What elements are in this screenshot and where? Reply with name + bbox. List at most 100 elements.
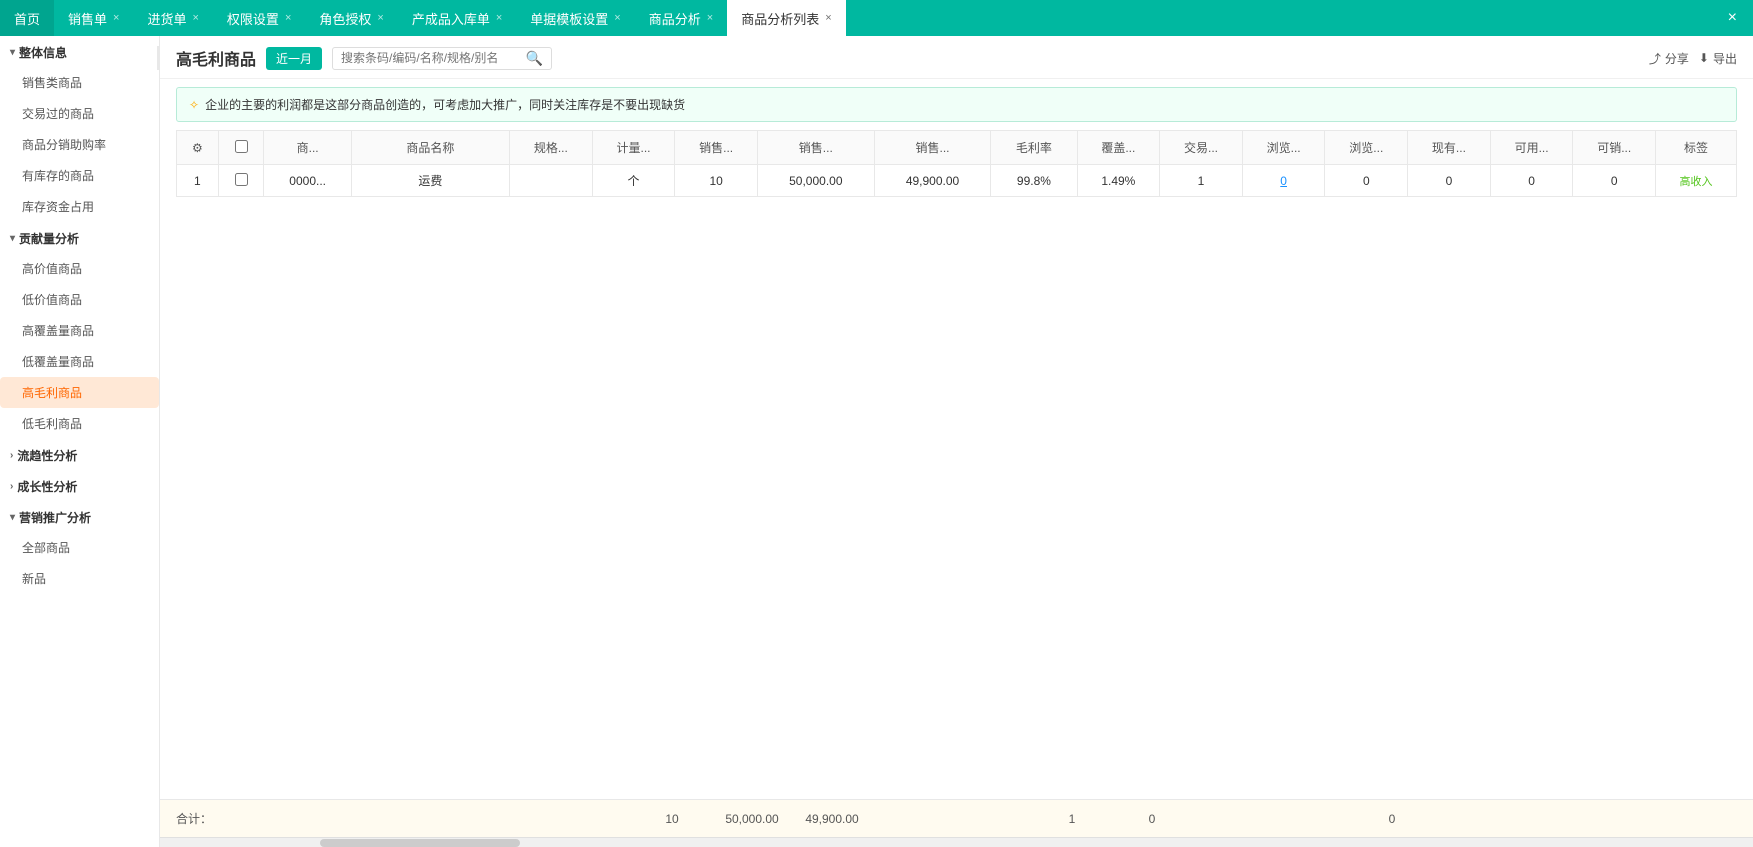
footer-label: 合计：	[176, 810, 212, 827]
settings-icon[interactable]: ⚙	[192, 141, 203, 155]
sidebar-group-trend[interactable]: › 流趋性分析	[0, 439, 159, 470]
col-header-saleable[interactable]: 可销...	[1573, 131, 1656, 165]
close-icon[interactable]: ×	[192, 12, 198, 24]
sidebar-item-low-value[interactable]: 低价值商品	[0, 284, 159, 315]
tab-template-settings[interactable]: 单据模板设置 ×	[516, 0, 634, 36]
cell-spec	[510, 165, 593, 197]
sidebar-item-high-value[interactable]: 高价值商品	[0, 253, 159, 284]
col-header-current-stock[interactable]: 现有...	[1408, 131, 1491, 165]
col-header-gross-margin[interactable]: 毛利率	[991, 131, 1077, 165]
cell-code: 0000...	[264, 165, 351, 197]
select-all-checkbox[interactable]	[235, 140, 248, 153]
footer-cell-blank8	[1192, 812, 1272, 826]
tab-permission-settings[interactable]: 权限设置 ×	[213, 0, 305, 36]
export-button[interactable]: ⬇ 导出	[1699, 50, 1737, 67]
share-button[interactable]: ⤴ 分享	[1649, 50, 1689, 67]
col-header-browse2[interactable]: 浏览...	[1325, 131, 1408, 165]
close-icon[interactable]: ×	[377, 12, 383, 24]
col-header-transaction[interactable]: 交易...	[1160, 131, 1243, 165]
footer-cells: 10 50,000.00 49,900.00 1 0 0	[232, 812, 1737, 826]
search-icon[interactable]: 🔍	[526, 50, 543, 67]
footer-cell-blank2	[312, 812, 392, 826]
close-all-button[interactable]: ×	[1712, 9, 1753, 27]
tab-product-inbound[interactable]: 产成品入库单 ×	[398, 0, 516, 36]
sidebar-item-high-margin[interactable]: 高毛利商品	[0, 377, 159, 408]
tab-role-auth[interactable]: 角色授权 ×	[305, 0, 397, 36]
cell-name: 运费	[351, 165, 509, 197]
tab-purchase-order[interactable]: 进货单 ×	[133, 0, 212, 36]
cell-current-stock: 0	[1408, 165, 1491, 197]
col-header-coverage[interactable]: 覆盖...	[1077, 131, 1160, 165]
search-input[interactable]	[341, 51, 526, 65]
table-row: 1 0000... 运费 个 10 50,000.00 49,900.00 99…	[177, 165, 1737, 197]
close-icon[interactable]: ×	[614, 12, 620, 24]
col-header-code[interactable]: 商...	[264, 131, 351, 165]
close-icon[interactable]: ×	[496, 12, 502, 24]
col-header-tag[interactable]: 标签	[1656, 131, 1737, 165]
page-title: 高毛利商品	[176, 46, 256, 70]
filter-recent-month-button[interactable]: 近一月	[266, 47, 322, 70]
col-header-sales-profit[interactable]: 销售...	[874, 131, 991, 165]
scrollbar-thumb[interactable]	[320, 839, 520, 847]
col-header-browse1[interactable]: 浏览...	[1242, 131, 1325, 165]
cell-transaction: 1	[1160, 165, 1243, 197]
tip-icon: ✧	[189, 98, 199, 112]
col-header-sales-amt[interactable]: 销售...	[757, 131, 874, 165]
sidebar-group-marketing[interactable]: ▾ 营销推广分析	[0, 501, 159, 532]
cell-browse1[interactable]: 0	[1242, 165, 1325, 197]
close-icon[interactable]: ×	[285, 12, 291, 24]
tab-home[interactable]: 首页	[0, 0, 54, 36]
sidebar-collapse-button[interactable]: «	[157, 46, 160, 70]
sidebar-item-high-coverage[interactable]: 高覆盖量商品	[0, 315, 159, 346]
footer-cell-blank6	[872, 812, 952, 826]
tab-product-analysis[interactable]: 商品分析 ×	[635, 0, 727, 36]
col-header-available[interactable]: 可用...	[1490, 131, 1573, 165]
header-actions: ⤴ 分享 ⬇ 导出	[1649, 50, 1737, 67]
content-area: 高毛利商品 近一月 🔍 ⤴ 分享 ⬇ 导出 ✧ 企业的主要的利润都是这部分商品创…	[160, 36, 1753, 847]
col-header-seq: ⚙	[177, 131, 219, 165]
data-table: ⚙ 商... 商品名称 规格...	[176, 130, 1737, 197]
footer-cell-sales-amt: 50,000.00	[712, 812, 792, 826]
sidebar: « ▾ 整体信息 销售类商品 交易过的商品 商品分销助购率 有库存的商品 库存资…	[0, 36, 160, 847]
sidebar-item-in-stock-goods[interactable]: 有库存的商品	[0, 160, 159, 191]
cell-sales-profit: 49,900.00	[874, 165, 991, 197]
footer-cell-blank3	[392, 812, 472, 826]
col-header-check	[218, 131, 264, 165]
export-icon: ⬇	[1699, 51, 1709, 65]
main-container: « ▾ 整体信息 销售类商品 交易过的商品 商品分销助购率 有库存的商品 库存资…	[0, 36, 1753, 847]
footer-cell-blank4	[472, 812, 552, 826]
sidebar-item-distribution-rate[interactable]: 商品分销助购率	[0, 129, 159, 160]
cell-available: 0	[1490, 165, 1573, 197]
content-header: 高毛利商品 近一月 🔍 ⤴ 分享 ⬇ 导出	[160, 36, 1753, 79]
col-header-sales-qty[interactable]: 销售...	[675, 131, 758, 165]
footer-totals: 合计： 10 50,000.00 49,900.00 1 0 0	[160, 799, 1753, 837]
footer-cell-blank1	[232, 812, 312, 826]
col-header-name[interactable]: 商品名称	[351, 131, 509, 165]
cell-check	[218, 165, 264, 197]
sidebar-item-stock-capital[interactable]: 库存资金占用	[0, 191, 159, 222]
close-icon[interactable]: ×	[825, 12, 831, 24]
tab-sales-order[interactable]: 销售单 ×	[54, 0, 133, 36]
sidebar-item-sales-goods[interactable]: 销售类商品	[0, 67, 159, 98]
close-icon[interactable]: ×	[113, 12, 119, 24]
sidebar-item-low-coverage[interactable]: 低覆盖量商品	[0, 346, 159, 377]
tab-product-analysis-list[interactable]: 商品分析列表 ×	[727, 0, 845, 36]
row-checkbox[interactable]	[235, 173, 248, 186]
sidebar-item-new-goods[interactable]: 新品	[0, 563, 159, 594]
sidebar-item-low-margin[interactable]: 低毛利商品	[0, 408, 159, 439]
cell-saleable: 0	[1573, 165, 1656, 197]
share-icon: ⤴	[1649, 50, 1661, 67]
chevron-right-icon: ›	[10, 481, 13, 492]
cell-seq: 1	[177, 165, 219, 197]
table-wrap: ⚙ 商... 商品名称 规格...	[160, 130, 1753, 799]
info-banner: ✧ 企业的主要的利润都是这部分商品创造的，可考虑加大推广，同时关注库存是不要出现…	[176, 87, 1737, 122]
col-header-unit[interactable]: 计量...	[592, 131, 675, 165]
sidebar-item-traded-goods[interactable]: 交易过的商品	[0, 98, 159, 129]
sidebar-group-growth[interactable]: › 成长性分析	[0, 470, 159, 501]
sidebar-item-all-goods[interactable]: 全部商品	[0, 532, 159, 563]
col-header-spec[interactable]: 规格...	[510, 131, 593, 165]
horizontal-scrollbar[interactable]	[160, 837, 1753, 847]
sidebar-group-contribution[interactable]: ▾ 贡献量分析	[0, 222, 159, 253]
close-icon[interactable]: ×	[707, 12, 713, 24]
sidebar-group-overall[interactable]: ▾ 整体信息	[0, 36, 159, 67]
